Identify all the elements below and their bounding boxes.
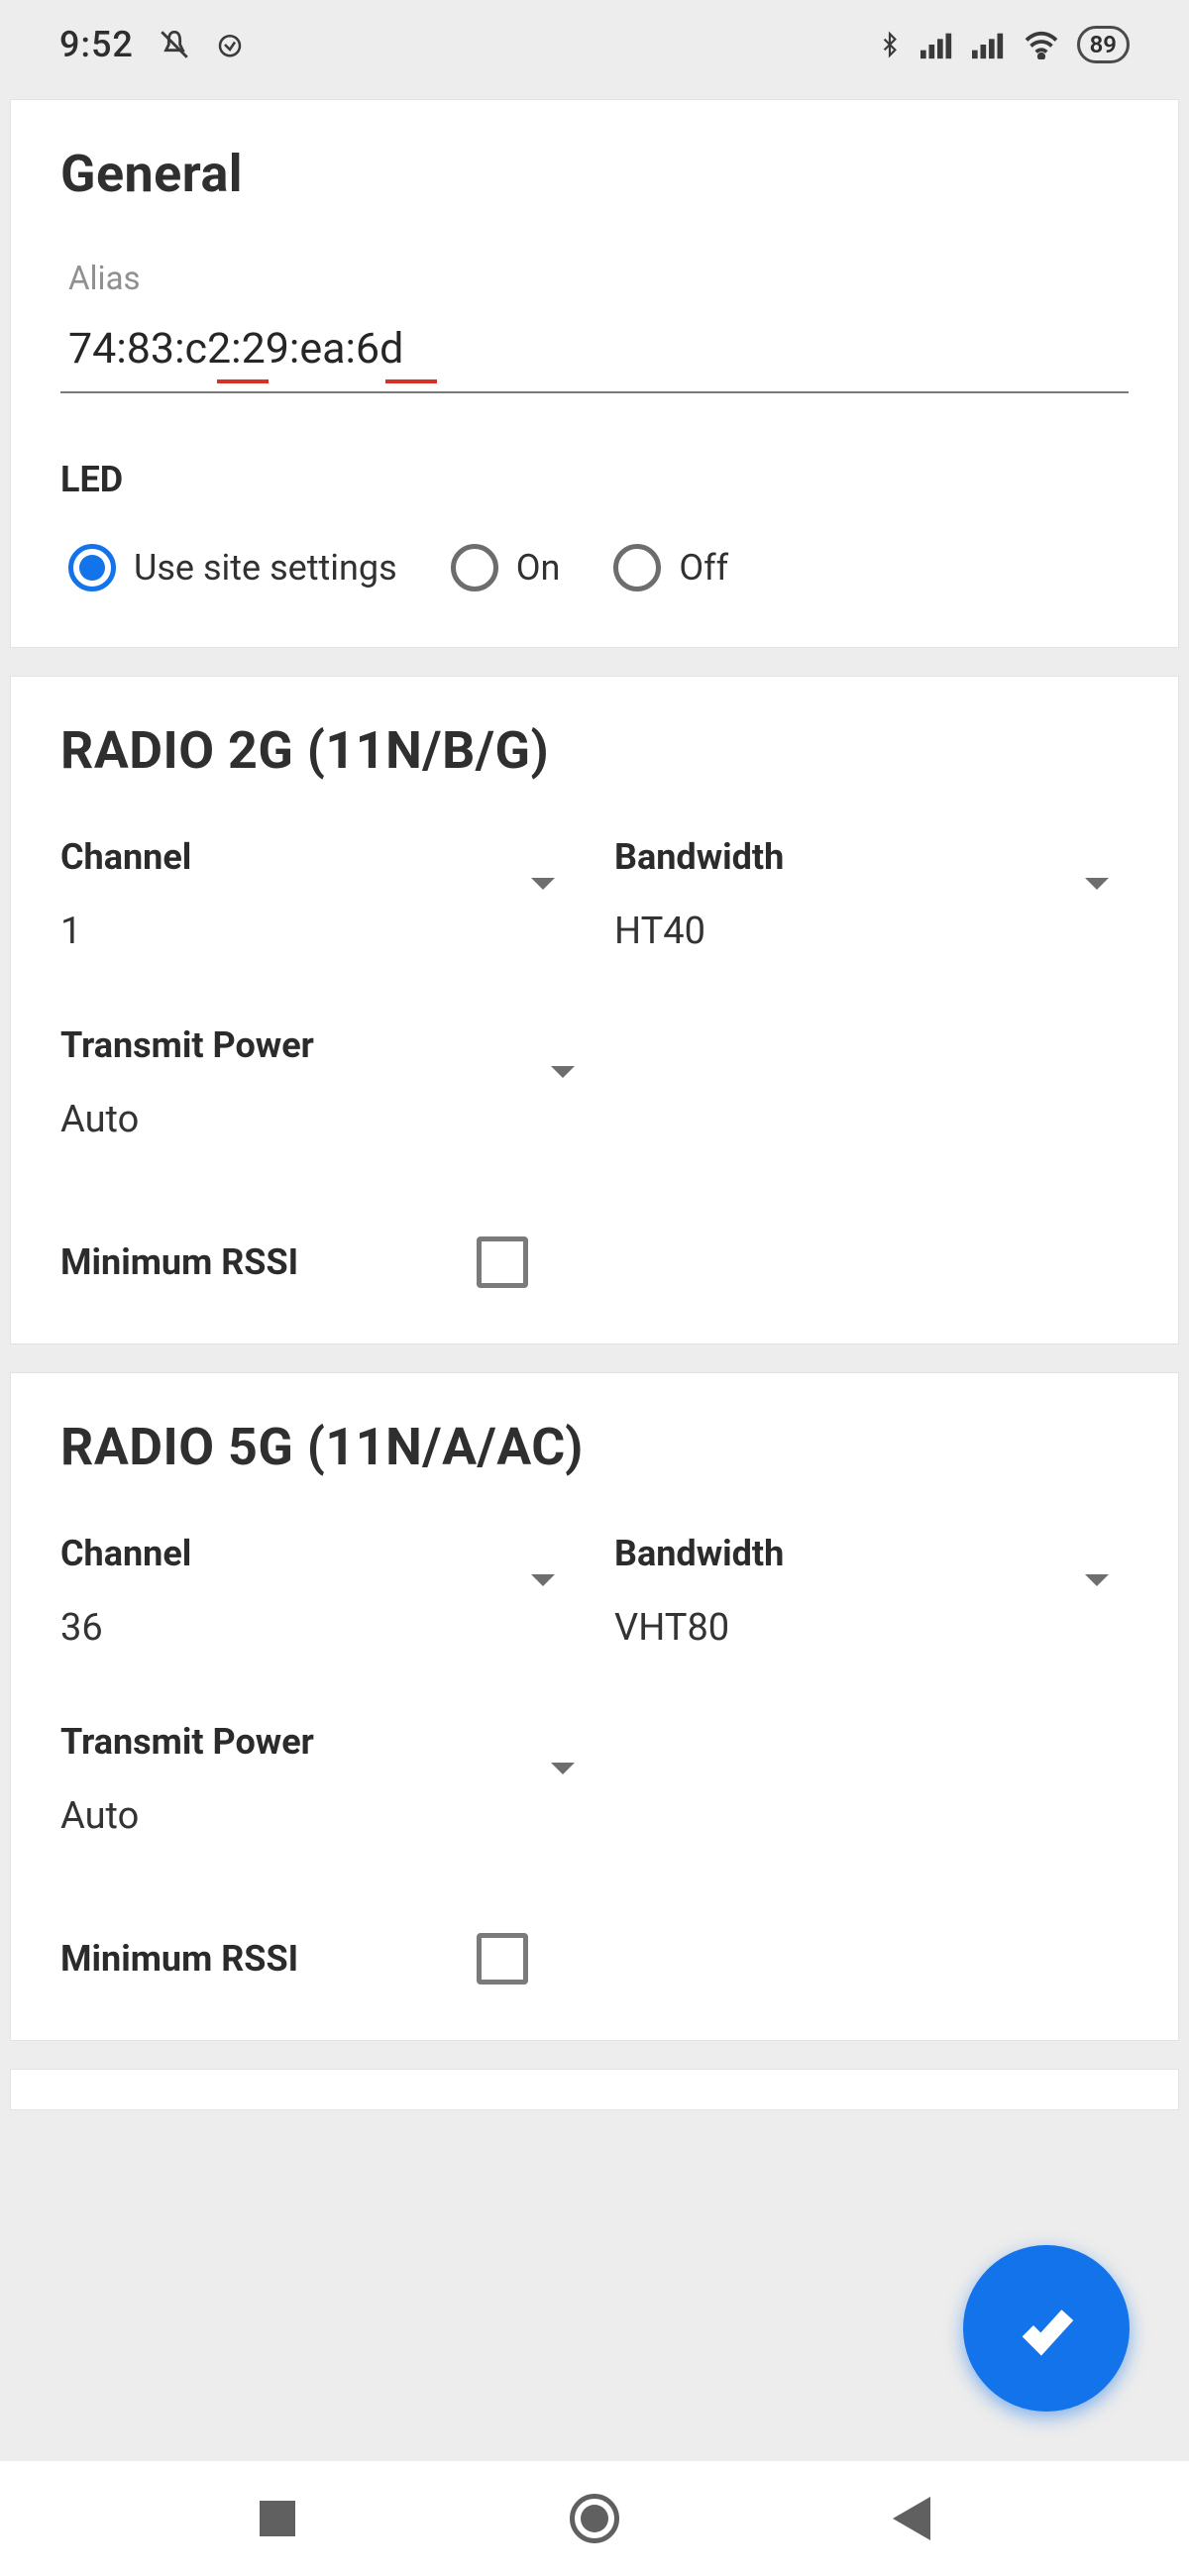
signal-1-icon xyxy=(920,30,954,59)
dropdown-value: 36 xyxy=(60,1606,575,1650)
home-button[interactable] xyxy=(535,2479,654,2558)
txpower-5g-dropdown[interactable]: Transmit Power Auto xyxy=(60,1721,594,1838)
chevron-down-icon xyxy=(531,878,555,890)
txpower-2g-dropdown[interactable]: Transmit Power Auto xyxy=(60,1024,594,1141)
signal-2-icon xyxy=(972,30,1006,59)
dropdown-value: Auto xyxy=(60,1794,594,1838)
dropdown-value: VHT80 xyxy=(614,1606,1129,1650)
dropdown-value: Auto xyxy=(60,1098,594,1141)
card-title-general: General xyxy=(60,144,1129,204)
dropdown-label: Bandwidth xyxy=(614,836,1129,878)
recents-button[interactable] xyxy=(218,2479,337,2558)
back-button[interactable] xyxy=(852,2479,971,2558)
min-rssi-5g-label: Minimum RSSI xyxy=(60,1938,298,1980)
min-rssi-2g-checkbox[interactable] xyxy=(477,1236,528,1288)
battery-level: 89 xyxy=(1077,26,1130,63)
square-icon xyxy=(260,2501,295,2536)
status-bar: 9:52 8 xyxy=(0,0,1189,89)
check-icon xyxy=(1015,2297,1078,2360)
channel-2g-dropdown[interactable]: Channel 1 xyxy=(60,836,575,953)
led-option-on[interactable]: On xyxy=(451,544,561,591)
settings-scroll[interactable]: General Alias LED Use site settings On O… xyxy=(0,89,1189,2461)
triangle-left-icon xyxy=(893,2497,930,2540)
dropdown-value: 1 xyxy=(60,910,575,953)
dropdown-label: Bandwidth xyxy=(614,1533,1129,1574)
radio-icon xyxy=(451,544,498,591)
status-time: 9:52 xyxy=(59,24,134,65)
dropdown-label: Transmit Power xyxy=(60,1721,594,1763)
channel-5g-dropdown[interactable]: Channel 36 xyxy=(60,1533,575,1650)
radio-label: Use site settings xyxy=(134,547,397,589)
chevron-down-icon xyxy=(1085,878,1109,890)
card-radio-5g: RADIO 5G (11N/A/AC) Channel 36 Bandwidth… xyxy=(10,1372,1179,2041)
bandwidth-2g-dropdown[interactable]: Bandwidth HT40 xyxy=(614,836,1129,953)
chevron-down-icon xyxy=(531,1574,555,1586)
card-title-radio-2g: RADIO 2G (11N/B/G) xyxy=(60,720,1129,781)
save-fab[interactable] xyxy=(963,2245,1130,2412)
system-nav-bar xyxy=(0,2461,1189,2576)
circle-icon xyxy=(570,2494,619,2543)
dropdown-label: Transmit Power xyxy=(60,1024,594,1066)
alias-label: Alias xyxy=(60,260,1129,298)
spellcheck-underline xyxy=(385,379,437,383)
card-general: General Alias LED Use site settings On O… xyxy=(10,99,1179,648)
bluetooth-icon xyxy=(877,28,903,61)
dropdown-label: Channel xyxy=(60,836,575,878)
led-option-site[interactable]: Use site settings xyxy=(68,544,397,591)
min-rssi-5g-checkbox[interactable] xyxy=(477,1933,528,1985)
radio-icon xyxy=(68,544,116,591)
led-option-off[interactable]: Off xyxy=(613,544,728,591)
wifi-icon xyxy=(1024,30,1059,59)
chevron-down-icon xyxy=(551,1763,575,1774)
dropdown-label: Channel xyxy=(60,1533,575,1574)
radio-icon xyxy=(613,544,661,591)
radio-label: On xyxy=(516,547,561,589)
chevron-down-icon xyxy=(551,1066,575,1078)
min-rssi-2g-label: Minimum RSSI xyxy=(60,1241,298,1283)
card-next-partial xyxy=(10,2069,1179,2110)
chevron-down-icon xyxy=(1085,1574,1109,1586)
led-label: LED xyxy=(60,459,1129,500)
alarm-icon xyxy=(215,30,245,59)
card-title-radio-5g: RADIO 5G (11N/A/AC) xyxy=(60,1417,1129,1477)
led-radio-group: Use site settings On Off xyxy=(60,544,1129,591)
dropdown-value: HT40 xyxy=(614,910,1129,953)
spellcheck-underline xyxy=(217,379,269,383)
radio-label: Off xyxy=(679,547,728,589)
mute-icon xyxy=(158,28,191,61)
bandwidth-5g-dropdown[interactable]: Bandwidth VHT80 xyxy=(614,1533,1129,1650)
card-radio-2g: RADIO 2G (11N/B/G) Channel 1 Bandwidth H… xyxy=(10,676,1179,1344)
